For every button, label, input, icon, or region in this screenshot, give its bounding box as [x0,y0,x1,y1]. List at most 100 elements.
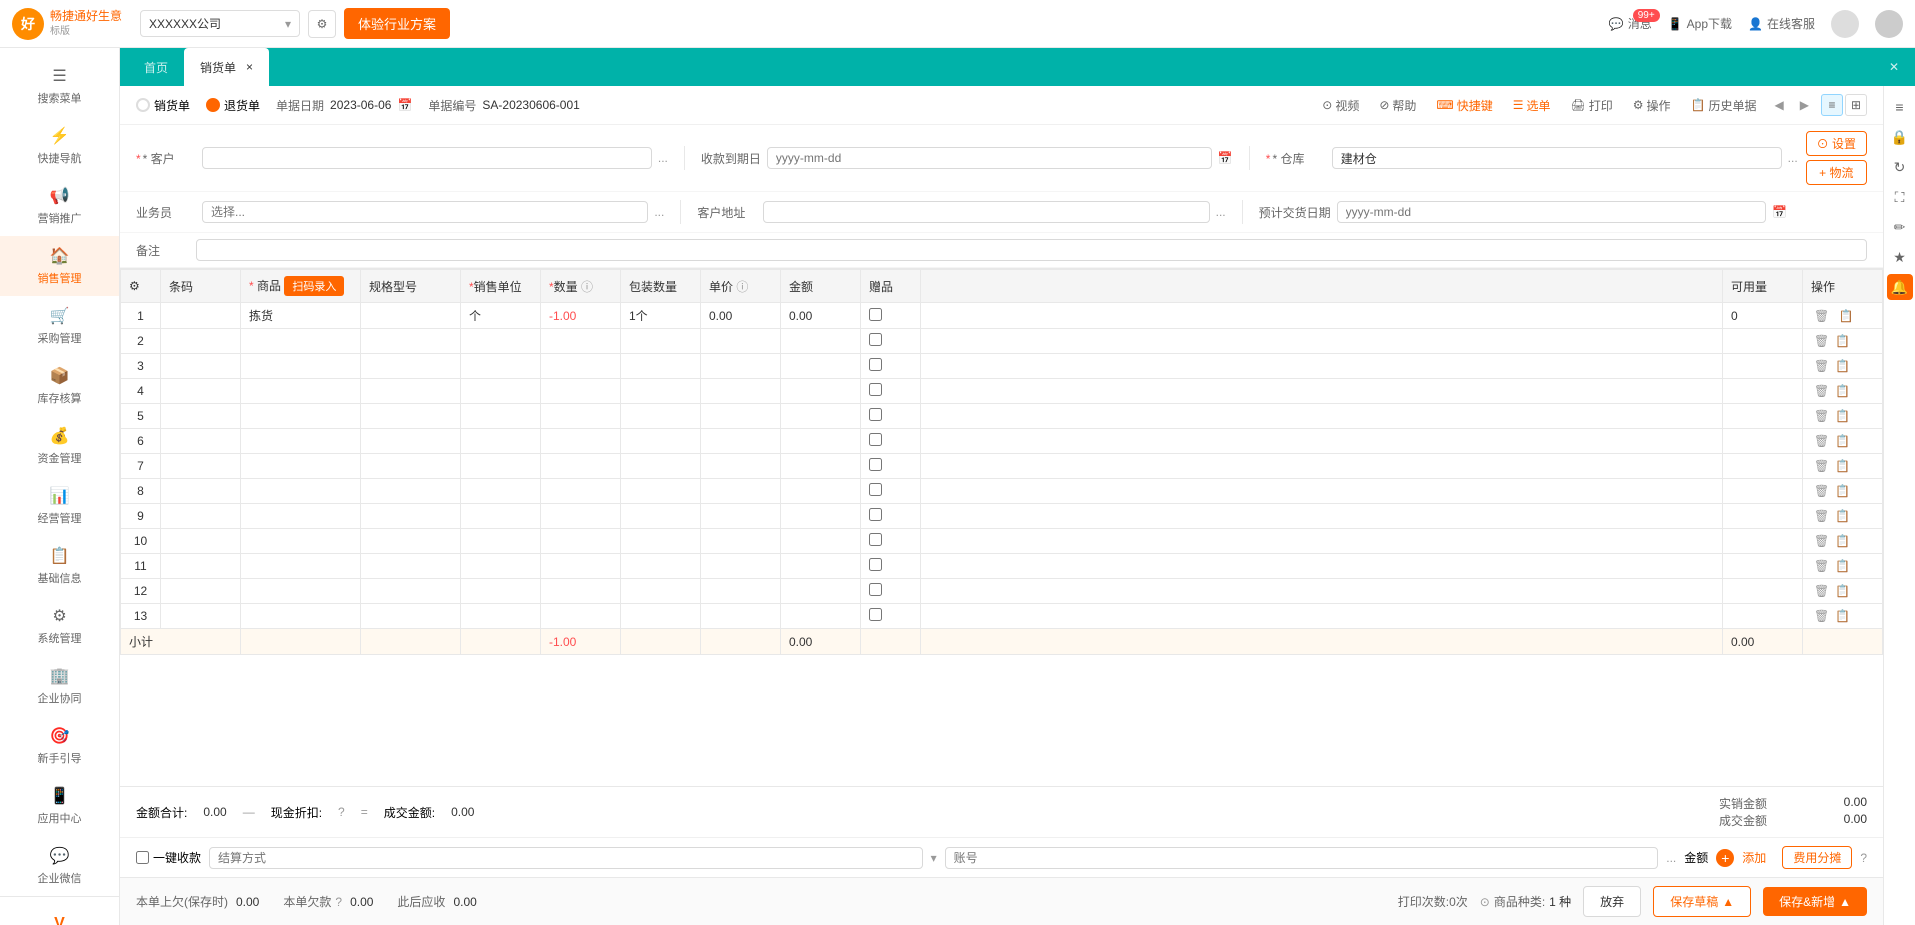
salesman-input[interactable] [202,201,648,223]
sidebar-item-purchase-mgmt[interactable]: 🛒 采购管理 [0,296,119,356]
calendar-icon[interactable]: 📅 [397,98,412,112]
delete-row-6-icon[interactable]: 🗑 [1814,434,1829,448]
delete-row-4-icon[interactable]: 🗑 [1814,384,1829,398]
copy-row-11-icon[interactable]: 📋 [1835,559,1850,573]
delete-row-11-icon[interactable]: 🗑 [1814,559,1829,573]
gift-checkbox-1[interactable] [869,308,882,321]
online-service-btn[interactable]: 👤 在线客服 [1748,15,1815,32]
gift-checkbox-13[interactable] [869,608,882,621]
customer-addr-input[interactable] [763,201,1209,223]
gift-checkbox-3[interactable] [869,358,882,371]
copy-row-3-icon[interactable]: 📋 [1835,359,1850,373]
copy-row-9-icon[interactable]: 📋 [1835,509,1850,523]
sidebar-item-inventory[interactable]: 📦 库存核算 [0,356,119,416]
row-gift-1[interactable] [861,303,921,329]
sidebar-item-sales-mgmt[interactable]: 🏠 销售管理 [0,236,119,296]
expected-date-calendar-icon[interactable]: 📅 [1772,205,1787,219]
copy-row-13-icon[interactable]: 📋 [1835,609,1850,623]
print-btn[interactable]: 🖨 打印 [1565,95,1619,116]
gift-checkbox-4[interactable] [869,383,882,396]
pay-method-input[interactable] [209,847,923,869]
list-view-btn[interactable]: ≡ [1821,94,1843,116]
payment-date-calendar-icon[interactable]: 📅 [1218,151,1233,165]
sidebar-item-finance[interactable]: 💰 资金管理 [0,416,119,476]
right-panel-list-view[interactable]: ≡ [1887,94,1913,120]
warehouse-dots[interactable]: ... [1788,151,1798,165]
copy-row-8-icon[interactable]: 📋 [1835,484,1850,498]
sidebar-item-search-order[interactable]: ☰ 搜索菜单 [0,56,119,116]
delete-row-13-icon[interactable]: 🗑 [1814,609,1829,623]
discard-btn[interactable]: 放弃 [1583,886,1641,917]
logistics-action-btn[interactable]: + 物流 [1806,160,1867,185]
copy-row-4-icon[interactable]: 📋 [1835,384,1850,398]
sidebar-item-guide[interactable]: 🎯 新手引导 [0,716,119,776]
settings-gear-icon[interactable]: ⚙ [129,279,140,293]
delete-row-9-icon[interactable]: 🗑 [1814,509,1829,523]
delete-row-10-icon[interactable]: 🗑 [1814,534,1829,548]
delete-row-2-icon[interactable]: 🗑 [1814,334,1829,348]
row-barcode-1[interactable] [161,303,241,329]
gift-checkbox-6[interactable] [869,433,882,446]
customer-input[interactable] [202,147,652,169]
one-click-pay-input[interactable] [136,851,149,864]
return-radio[interactable]: 退货单 [206,97,260,114]
warehouse-input[interactable] [1332,147,1782,169]
select-btn[interactable]: ☰ 选单 [1507,95,1557,116]
save-draft-btn[interactable]: 保存草稿 ▲ [1653,886,1751,917]
operation-btn[interactable]: ⚙ 操作 [1627,95,1677,116]
account-dots[interactable]: ... [1666,851,1676,865]
gift-checkbox-9[interactable] [869,508,882,521]
fee-split-btn[interactable]: 费用分摊 [1782,846,1852,869]
scan-btn[interactable]: 扫码录入 [284,276,344,296]
sidebar-item-quick-nav[interactable]: ⚡ 快捷导航 [0,116,119,176]
payment-date-input[interactable] [767,147,1212,169]
shortcut-btn[interactable]: ⌨ 快捷键 [1430,95,1498,116]
save-draft-dropdown-icon[interactable]: ▲ [1722,895,1734,909]
gift-checkbox-11[interactable] [869,558,882,571]
gift-checkbox-5[interactable] [869,408,882,421]
gift-checkbox-8[interactable] [869,483,882,496]
expected-date-input[interactable] [1337,201,1766,223]
tab-close-icon[interactable]: × [246,60,253,74]
salesman-dots[interactable]: ... [654,205,664,219]
right-panel-edit[interactable]: ✏ [1887,214,1913,240]
remarks-input[interactable] [196,239,1867,261]
gift-checkbox-12[interactable] [869,583,882,596]
delete-row-12-icon[interactable]: 🗑 [1814,584,1829,598]
customer-addr-dots[interactable]: ... [1216,205,1226,219]
avatar[interactable] [1831,10,1859,38]
nav-prev-icon[interactable]: ◀ [1775,98,1784,112]
row-spec-1[interactable] [361,303,461,329]
gift-checkbox-7[interactable] [869,458,882,471]
right-panel-alert[interactable]: 🔔 [1887,274,1913,300]
nav-next-icon[interactable]: ▶ [1800,98,1809,112]
tab-sales-order[interactable]: 销货单 × [184,48,269,86]
copy-row-10-icon[interactable]: 📋 [1835,534,1850,548]
account-input[interactable] [945,847,1659,869]
delete-row-3-icon[interactable]: 🗑 [1814,359,1829,373]
video-btn[interactable]: ⊙ 视频 [1316,95,1365,116]
grid-view-btn[interactable]: ⊞ [1845,94,1867,116]
copy-row-6-icon[interactable]: 📋 [1835,434,1850,448]
sidebar-item-vip[interactable]: V 畅会员 [0,905,119,925]
history-btn[interactable]: 📋 历史单据 [1685,95,1763,116]
pay-method-dropdown-icon[interactable]: ▾ [931,851,937,865]
gift-checkbox-2[interactable] [869,333,882,346]
right-panel-expand[interactable]: ⛶ [1887,184,1913,210]
delete-row-5-icon[interactable]: 🗑 [1814,409,1829,423]
sidebar-item-app-center[interactable]: 📱 应用中心 [0,776,119,836]
sidebar-item-basic-info[interactable]: 📋 基础信息 [0,536,119,596]
sidebar-item-system-mgmt[interactable]: ⚙ 系统管理 [0,596,119,656]
close-all-tabs-btn[interactable]: ✕ [1881,60,1907,74]
sidebar-item-marketing[interactable]: 📢 营销推广 [0,176,119,236]
sales-radio[interactable]: 销货单 [136,97,190,114]
tab-home[interactable]: 首页 [128,48,184,86]
company-selector[interactable]: XXXXXX公司 ▾ [140,10,300,37]
message-btn[interactable]: 💬 消息 99+ [1609,15,1652,32]
copy-row-1-icon[interactable]: 📋 [1839,309,1854,323]
avatar-2[interactable] [1875,10,1903,38]
app-download-btn[interactable]: 📱 App下载 [1668,15,1732,32]
copy-row-2-icon[interactable]: 📋 [1835,334,1850,348]
settings-action-btn[interactable]: ⊙ 设置 [1806,131,1867,156]
settings-button[interactable]: ⚙ [308,10,336,38]
